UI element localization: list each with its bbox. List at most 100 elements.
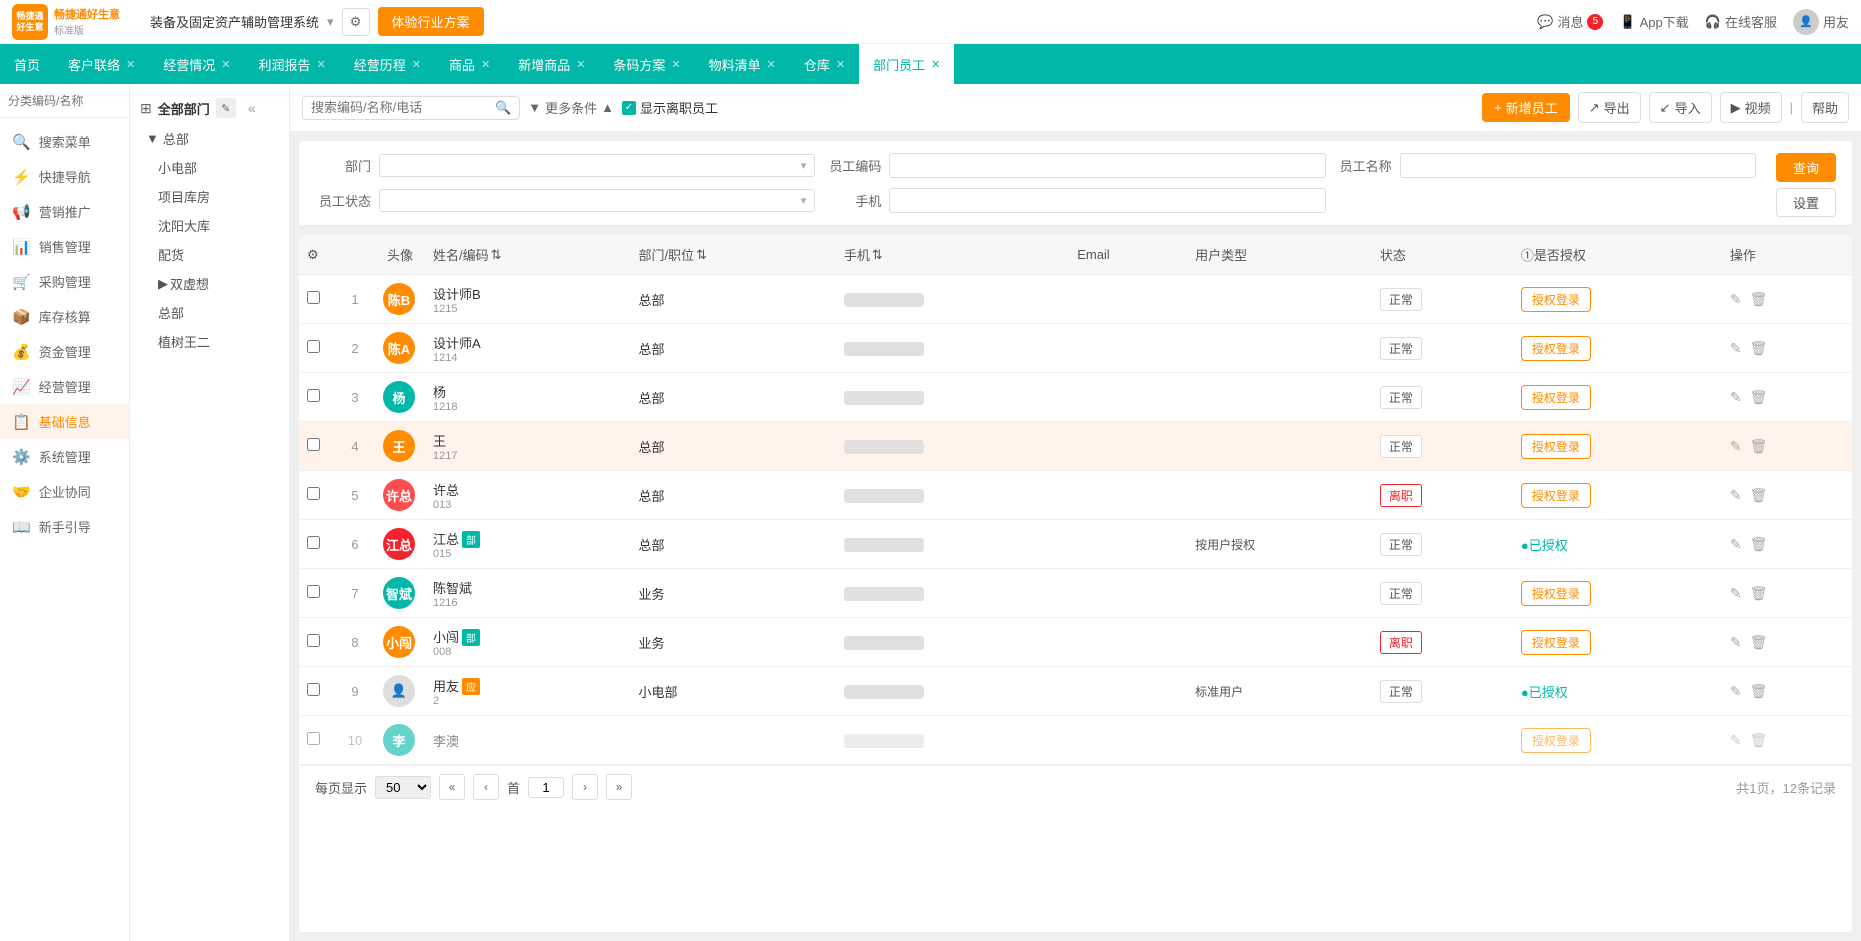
sidebar-item-collab[interactable]: 🤝 企业协同 <box>0 474 129 509</box>
nav-close-new-goods[interactable]: ✕ <box>576 58 585 71</box>
auth-button[interactable]: 授权登录 <box>1521 483 1591 508</box>
emp-code-input[interactable] <box>889 153 1325 178</box>
tree-node-hq[interactable]: 总部 <box>130 298 289 327</box>
setting-button[interactable]: 设置 <box>1776 188 1836 217</box>
row-checkbox[interactable] <box>307 438 320 451</box>
edit-icon[interactable]: ✎ <box>1730 634 1742 651</box>
delete-icon[interactable]: 🗑 <box>1750 487 1768 504</box>
trial-button[interactable]: 体验行业方案 <box>378 7 484 36</box>
edit-icon[interactable]: ✎ <box>1730 683 1742 700</box>
more-conditions-button[interactable]: ▼ 更多条件 ▲ <box>528 98 614 117</box>
nav-close-operation[interactable]: ✕ <box>221 58 230 71</box>
row-checkbox[interactable] <box>307 291 320 304</box>
next-page-button[interactable]: › <box>572 774 598 800</box>
auth-button[interactable]: 授权登录 <box>1521 287 1591 312</box>
nav-close-dept-emp[interactable]: ✕ <box>931 58 940 71</box>
sidebar-item-inventory[interactable]: 📦 库存核算 <box>0 299 129 334</box>
row-settings[interactable] <box>299 520 335 569</box>
row-settings[interactable] <box>299 667 335 716</box>
row-settings[interactable] <box>299 569 335 618</box>
row-checkbox[interactable] <box>307 487 320 500</box>
row-checkbox[interactable] <box>307 732 320 745</box>
auth-button[interactable]: 授权登录 <box>1521 434 1591 459</box>
nav-item-operation[interactable]: 经营情况 ✕ <box>149 44 244 84</box>
dropdown-arrow-icon[interactable]: ▾ <box>327 14 334 30</box>
edit-icon[interactable]: ✎ <box>1730 438 1742 455</box>
import-button[interactable]: ↙ 导入 <box>1649 92 1712 123</box>
tree-node-shuangxu[interactable]: ▶ 双虚想 <box>130 269 289 298</box>
prev-page-button[interactable]: ‹ <box>473 774 499 800</box>
nav-item-new-goods[interactable]: 新增商品 ✕ <box>504 44 599 84</box>
search-button[interactable]: 查询 <box>1776 153 1836 182</box>
row-settings[interactable] <box>299 373 335 422</box>
row-settings[interactable] <box>299 716 335 765</box>
nav-close-barcode[interactable]: ✕ <box>671 58 680 71</box>
sidebar-item-marketing[interactable]: 📢 营销推广 <box>0 194 129 229</box>
edit-icon[interactable]: ✎ <box>1730 536 1742 553</box>
row-checkbox[interactable] <box>307 340 320 353</box>
sidebar-item-quicknav[interactable]: ⚡ 快捷导航 <box>0 159 129 194</box>
nav-item-profit[interactable]: 利润报告 ✕ <box>244 44 339 84</box>
tree-node-dist[interactable]: 配货 <box>130 240 289 269</box>
row-checkbox[interactable] <box>307 536 320 549</box>
delete-icon[interactable]: 🗑 <box>1750 340 1768 357</box>
auth-button[interactable]: 授权登录 <box>1521 336 1591 361</box>
tree-node-root[interactable]: ▼ 总部 <box>130 124 289 153</box>
nav-item-barcode[interactable]: 条码方案 ✕ <box>599 44 694 84</box>
page-number-input[interactable] <box>528 777 564 798</box>
app-download-button[interactable]: 📱 App下载 <box>1619 12 1688 31</box>
row-settings[interactable] <box>299 471 335 520</box>
sidebar-item-business[interactable]: 📈 经营管理 <box>0 369 129 404</box>
row-checkbox[interactable] <box>307 585 320 598</box>
row-settings[interactable] <box>299 324 335 373</box>
delete-icon[interactable]: 🗑 <box>1750 536 1768 553</box>
delete-icon[interactable]: 🗑 <box>1750 291 1768 308</box>
delete-icon[interactable]: 🗑 <box>1750 634 1768 651</box>
help-button[interactable]: 帮助 <box>1801 92 1849 123</box>
nav-item-customer[interactable]: 客户联络 ✕ <box>54 44 149 84</box>
nav-close-goods[interactable]: ✕ <box>481 58 490 71</box>
export-button[interactable]: ↗ 导出 <box>1578 92 1641 123</box>
col-dept[interactable]: 部门/职位 ⇅ <box>630 235 835 275</box>
messages-button[interactable]: 💬 消息 5 <box>1537 12 1603 31</box>
row-settings[interactable] <box>299 275 335 324</box>
nav-item-home[interactable]: 首页 <box>0 44 54 84</box>
sidebar-item-guide[interactable]: 📖 新手引导 <box>0 509 129 544</box>
col-settings[interactable]: ⚙ <box>299 235 335 275</box>
edit-icon[interactable]: ✎ <box>1730 291 1742 308</box>
nav-item-dept-emp[interactable]: 部门员工 ✕ <box>859 44 954 84</box>
edit-icon[interactable]: ✎ <box>1730 732 1742 749</box>
edit-icon[interactable]: ✎ <box>1730 340 1742 357</box>
sidebar-search-input[interactable] <box>8 94 130 108</box>
row-checkbox[interactable] <box>307 389 320 402</box>
add-employee-button[interactable]: + 新增员工 <box>1482 93 1570 122</box>
col-name-code[interactable]: 姓名/编码 ⇅ <box>425 235 630 275</box>
emp-name-input[interactable] <box>1400 153 1756 178</box>
search-icon[interactable]: 🔍 <box>495 100 511 116</box>
nav-item-bom[interactable]: 物料清单 ✕ <box>695 44 790 84</box>
tree-node-small-elec[interactable]: 小电部 <box>130 153 289 182</box>
sidebar-item-sales[interactable]: 📊 销售管理 <box>0 229 129 264</box>
nav-item-warehouse[interactable]: 仓库 ✕ <box>790 44 859 84</box>
nav-item-history[interactable]: 经营历程 ✕ <box>340 44 435 84</box>
col-phone[interactable]: 手机 ⇅ <box>836 235 1069 275</box>
sidebar-item-finance[interactable]: 💰 资金管理 <box>0 334 129 369</box>
tree-collapse-button[interactable]: « <box>242 98 262 118</box>
last-page-button[interactable]: » <box>606 774 632 800</box>
dept-select[interactable]: ▾ <box>379 154 815 177</box>
nav-close-bom[interactable]: ✕ <box>767 58 776 71</box>
nav-close-customer[interactable]: ✕ <box>126 58 135 71</box>
online-support-button[interactable]: 🎧 在线客服 <box>1705 12 1777 31</box>
nav-close-warehouse[interactable]: ✕ <box>836 58 845 71</box>
nav-close-profit[interactable]: ✕ <box>317 58 326 71</box>
delete-icon[interactable]: 🗑 <box>1750 585 1768 602</box>
emp-status-select[interactable]: ▾ <box>379 189 815 212</box>
first-page-button[interactable]: « <box>439 774 465 800</box>
gear-button[interactable]: ⚙ <box>342 8 370 36</box>
tree-edit-button[interactable]: ✎ <box>216 98 236 118</box>
phone-input[interactable] <box>889 188 1325 213</box>
video-button[interactable]: ▶ 视频 <box>1720 92 1782 123</box>
sidebar-item-system[interactable]: ⚙️ 系统管理 <box>0 439 129 474</box>
row-settings[interactable] <box>299 422 335 471</box>
tree-node-zhishu[interactable]: 植树王二 <box>130 327 289 356</box>
